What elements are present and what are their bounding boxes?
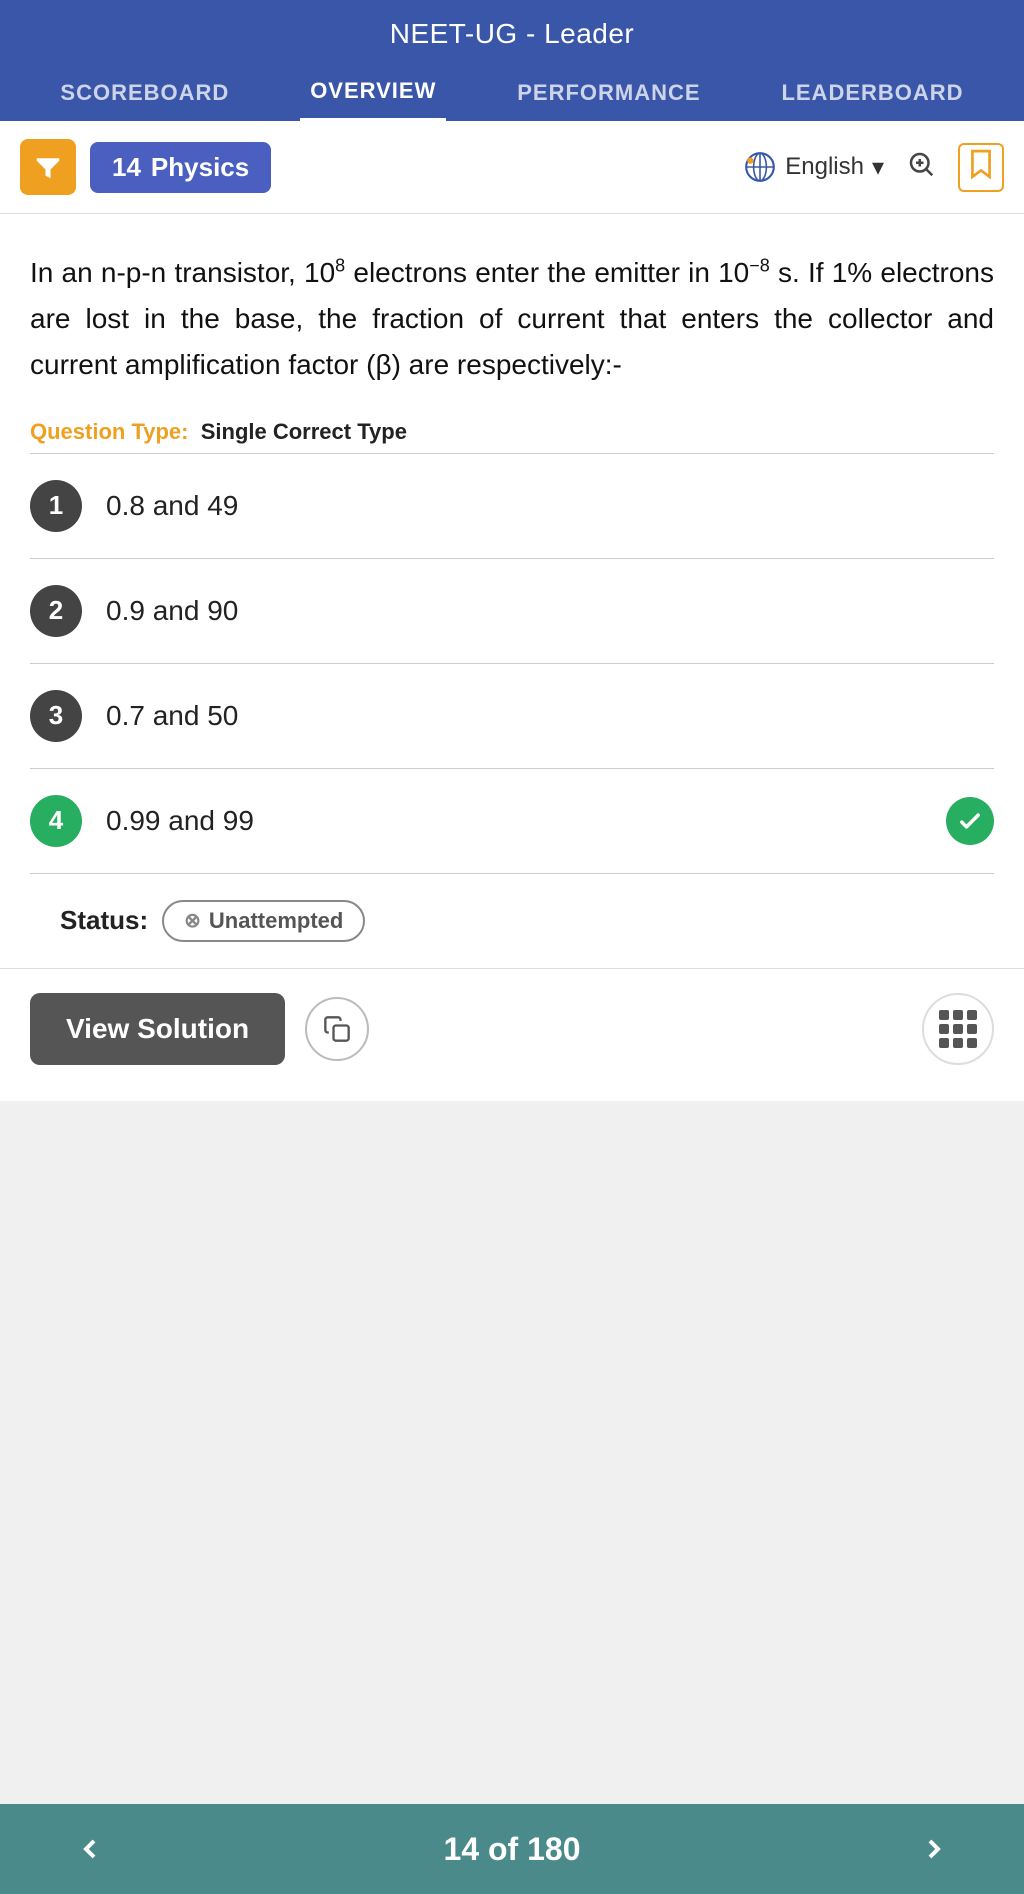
copy-button[interactable]: [305, 997, 369, 1061]
question-type-value: Single Correct Type: [201, 419, 407, 444]
tab-scoreboard[interactable]: SCOREBOARD: [50, 62, 239, 120]
option-number-2: 2: [30, 585, 82, 637]
option-text-1: 0.8 and 49: [106, 490, 994, 522]
status-label: Status:: [60, 905, 148, 936]
copy-icon: [323, 1015, 351, 1043]
options-list: 1 0.8 and 49 2 0.9 and 90 3 0.7 and 50 4…: [30, 453, 994, 873]
option-number-1: 1: [30, 480, 82, 532]
action-row: View Solution: [0, 969, 1024, 1101]
correct-answer-icon: [946, 797, 994, 845]
status-value: Unattempted: [209, 908, 343, 934]
tab-overview[interactable]: OVERVIEW: [300, 60, 446, 121]
option-item-1[interactable]: 1 0.8 and 49: [30, 453, 994, 558]
language-selector[interactable]: English ▾: [743, 150, 884, 184]
view-solution-label: View Solution: [66, 1013, 249, 1044]
chevron-left-icon: [74, 1833, 106, 1865]
subject-badge: 14 Physics: [90, 142, 271, 193]
question-number: 14: [112, 152, 141, 183]
option-text-2: 0.9 and 90: [106, 595, 994, 627]
pagination-display: 14 of 180: [444, 1831, 581, 1867]
tab-leaderboard[interactable]: LEADERBOARD: [771, 62, 973, 120]
filter-row: 14 Physics English ▾: [0, 121, 1024, 214]
option-text-3: 0.7 and 50: [106, 700, 994, 732]
zoom-button[interactable]: [898, 145, 944, 190]
option-number-3: 3: [30, 690, 82, 742]
option-item-3[interactable]: 3 0.7 and 50: [30, 663, 994, 768]
question-type-key: Question Type:: [30, 419, 189, 444]
option-item-4[interactable]: 4 0.99 and 99: [30, 768, 994, 873]
x-icon: ⊗: [184, 908, 201, 933]
grid-icon: [939, 1010, 977, 1048]
nav-tabs: SCOREBOARD OVERVIEW PERFORMANCE LEADERBO…: [0, 60, 1024, 121]
status-row: Status: ⊗ Unattempted: [30, 873, 994, 968]
globe-icon: [743, 150, 777, 184]
chevron-down-icon: ▾: [872, 153, 884, 182]
bookmark-button[interactable]: [958, 143, 1004, 192]
language-label: English: [785, 153, 864, 181]
view-solution-button[interactable]: View Solution: [30, 993, 285, 1065]
grid-button[interactable]: [922, 993, 994, 1065]
app-title: NEET-UG - Leader: [0, 0, 1024, 60]
tab-performance[interactable]: PERFORMANCE: [507, 62, 710, 120]
chevron-right-icon: [918, 1833, 950, 1865]
bookmark-icon: [968, 149, 994, 179]
bottom-navigation: 14 of 180: [0, 1804, 1024, 1894]
option-number-4: 4: [30, 795, 82, 847]
question-text: In an n-p-n transistor, 108 electrons en…: [30, 250, 994, 389]
filter-button[interactable]: [20, 139, 76, 195]
zoom-icon: [906, 149, 936, 179]
question-type: Question Type: Single Correct Type: [30, 419, 994, 445]
next-button[interactable]: [844, 1804, 1024, 1894]
checkmark-icon: [956, 807, 984, 835]
filter-icon: [33, 152, 63, 182]
question-card: In an n-p-n transistor, 108 electrons en…: [0, 214, 1024, 969]
page-counter: 14 of 180: [180, 1831, 844, 1868]
subject-label: Physics: [151, 152, 249, 183]
status-badge: ⊗ Unattempted: [162, 900, 365, 942]
option-item-2[interactable]: 2 0.9 and 90: [30, 558, 994, 663]
previous-button[interactable]: [0, 1804, 180, 1894]
option-text-4: 0.99 and 99: [106, 805, 922, 837]
app-title-text: NEET-UG - Leader: [390, 18, 635, 49]
